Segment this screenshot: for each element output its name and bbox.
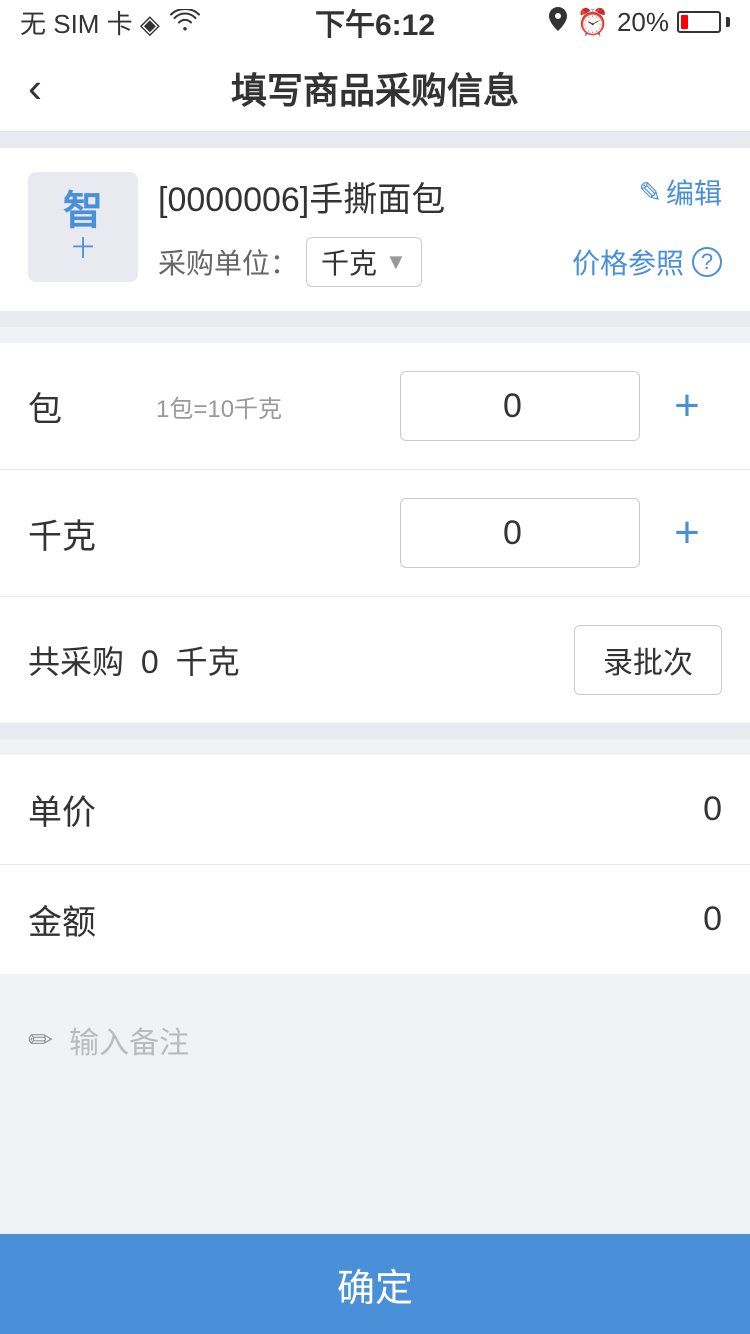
total-row: 共采购 0 千克 录批次 <box>0 597 750 723</box>
wifi-icon <box>170 7 200 38</box>
kg-plus-button[interactable]: + <box>652 498 722 568</box>
kg-quantity-input[interactable] <box>400 498 640 568</box>
separator-3 <box>0 723 750 739</box>
page-title: 填写商品采购信息 <box>231 62 519 114</box>
separator-2 <box>0 311 750 327</box>
product-info: [0000006]手撕面包 ✎ 编辑 采购单位： 千克 ▼ 价格参照 ? <box>158 172 722 287</box>
remark-placeholder: 输入备注 <box>69 1018 189 1062</box>
no-sim-text: 无 SIM 卡 ◈ <box>20 4 160 41</box>
edit-icon: ✎ <box>639 176 662 209</box>
bao-label: 包 <box>28 382 148 431</box>
pencil-icon: ✏ <box>28 1023 53 1058</box>
price-ref-button[interactable]: 价格参照 ? <box>572 242 722 282</box>
dropdown-arrow-icon: ▼ <box>385 249 407 275</box>
amount-row: 金额 0 <box>0 865 750 974</box>
bao-sub-label: 1包=10千克 <box>156 389 282 424</box>
input-section: 包 1包=10千克 + 千克 + <box>0 343 750 597</box>
status-bar: 无 SIM 卡 ◈ 下午6:12 ⏰ 20% <box>0 0 750 44</box>
alarm-icon: ⏰ <box>577 7 609 38</box>
help-icon: ? <box>692 247 722 277</box>
unit-price-value: 0 <box>703 790 722 829</box>
unit-select[interactable]: 千克 ▼ <box>306 237 422 287</box>
kg-label: 千克 <box>28 509 148 558</box>
amount-label: 金额 <box>28 895 96 944</box>
total-amount: 0 <box>141 644 159 680</box>
battery-percent: 20% <box>617 7 669 38</box>
bao-input-row: 包 1包=10千克 + <box>0 343 750 470</box>
plus-icon: + <box>674 384 700 428</box>
plus-icon-2: + <box>674 511 700 555</box>
separator-1 <box>0 132 750 148</box>
product-logo-sub: 十 <box>63 231 103 263</box>
detail-section: 单价 0 金额 0 <box>0 755 750 974</box>
location-icon <box>547 6 569 39</box>
total-text: 共采购 0 千克 <box>28 637 240 683</box>
kg-input-row: 千克 + <box>0 470 750 597</box>
confirm-label: 确定 <box>337 1257 413 1312</box>
battery-icon <box>677 11 730 33</box>
unit-value: 千克 <box>321 242 377 282</box>
product-name: [0000006]手撕面包 <box>158 172 445 221</box>
unit-price-label: 单价 <box>28 785 96 834</box>
batch-button[interactable]: 录批次 <box>574 625 722 695</box>
product-thumbnail: 智 十 <box>28 172 138 282</box>
product-logo-main: 智 <box>63 191 103 231</box>
bao-plus-button[interactable]: + <box>652 371 722 441</box>
edit-button[interactable]: ✎ 编辑 <box>639 172 722 212</box>
remark-section[interactable]: ✏ 输入备注 <box>0 990 750 1090</box>
unit-label: 采购单位： <box>158 242 298 282</box>
status-left: 无 SIM 卡 ◈ <box>20 4 200 41</box>
unit-price-row: 单价 0 <box>0 755 750 865</box>
status-right: ⏰ 20% <box>547 6 730 39</box>
nav-bar: ‹ 填写商品采购信息 <box>0 44 750 132</box>
amount-value: 0 <box>703 900 722 939</box>
confirm-button[interactable]: 确定 <box>0 1234 750 1334</box>
product-card: 智 十 [0000006]手撕面包 ✎ 编辑 采购单位： 千克 ▼ 价格参照 ? <box>0 148 750 311</box>
status-time: 下午6:12 <box>315 0 435 44</box>
back-button[interactable]: ‹ <box>28 67 42 109</box>
bao-quantity-input[interactable] <box>400 371 640 441</box>
